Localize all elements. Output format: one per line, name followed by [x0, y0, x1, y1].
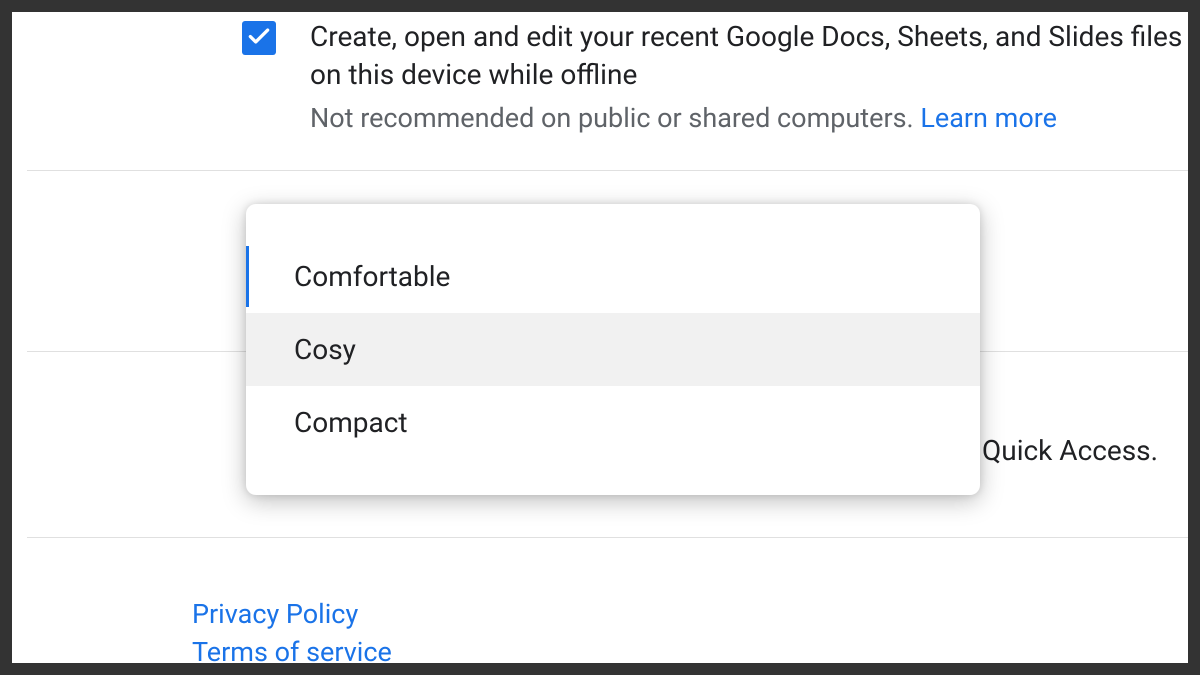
quick-access-text-fragment: Quick Access.	[982, 434, 1158, 467]
terms-of-service-link[interactable]: Terms of service	[192, 634, 392, 663]
checkmark-icon	[246, 23, 272, 53]
density-option-comfortable[interactable]: Comfortable	[246, 240, 980, 313]
offline-label: Create, open and edit your recent Google…	[310, 18, 1188, 94]
divider	[27, 537, 1188, 538]
density-menu: Comfortable Cosy Compact	[246, 204, 980, 495]
offline-setting-row: Create, open and edit your recent Google…	[12, 18, 1188, 176]
offline-checkbox[interactable]	[242, 21, 276, 55]
privacy-policy-link[interactable]: Privacy Policy	[192, 596, 392, 634]
density-option-compact[interactable]: Compact	[246, 386, 980, 459]
density-option-cosy[interactable]: Cosy	[246, 313, 980, 386]
offline-text-block: Create, open and edit your recent Google…	[310, 18, 1188, 136]
offline-sub-label: Not recommended on public or shared comp…	[310, 102, 920, 134]
offline-subtext: Not recommended on public or shared comp…	[310, 100, 1188, 136]
learn-more-link[interactable]: Learn more	[920, 102, 1057, 134]
footer-links: Privacy Policy Terms of service	[192, 596, 392, 663]
settings-panel: Create, open and edit your recent Google…	[12, 12, 1188, 663]
